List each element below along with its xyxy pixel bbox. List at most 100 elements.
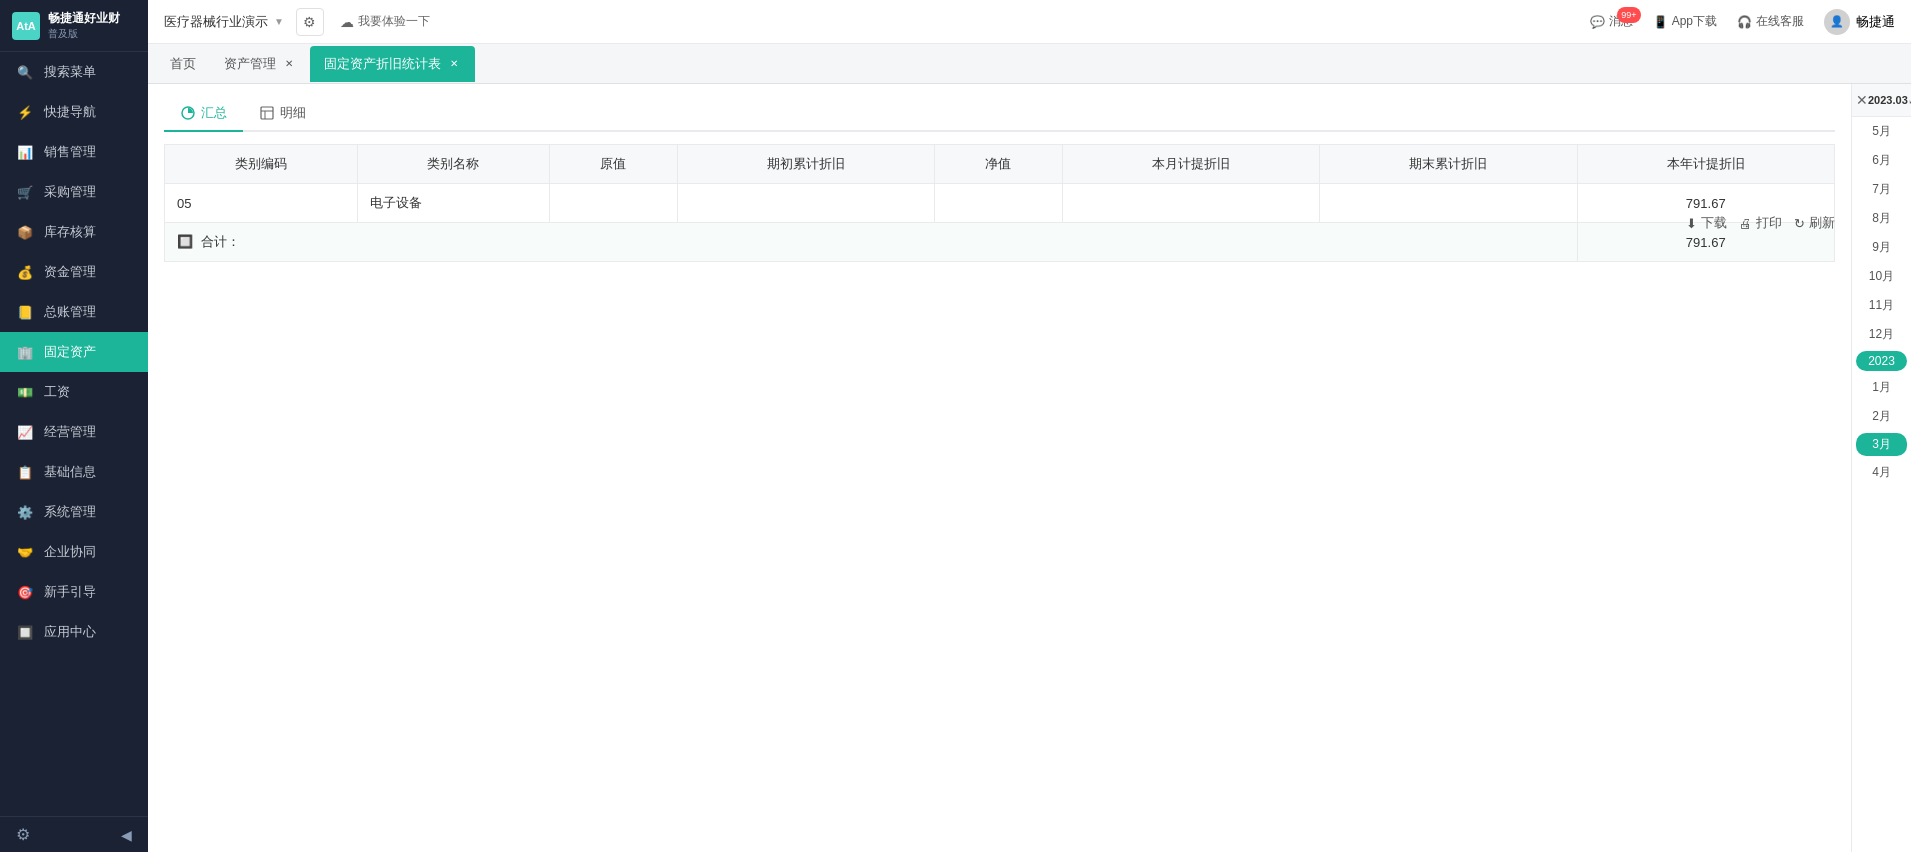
sidebar-item-guide[interactable]: 🎯 新手引导 bbox=[0, 572, 148, 612]
app-download-button[interactable]: 📱 App下载 bbox=[1653, 13, 1717, 30]
print-icon: 🖨 bbox=[1739, 216, 1752, 231]
date-item-prev-7月[interactable]: 7月 bbox=[1852, 175, 1911, 204]
logo-sub: 普及版 bbox=[48, 27, 120, 41]
refresh-label: 刷新 bbox=[1809, 214, 1835, 232]
sidebar-icon-funds: 💰 bbox=[16, 263, 34, 281]
date-item-2023-4月[interactable]: 4月 bbox=[1852, 458, 1911, 487]
sidebar-icon-enterprise: 🤝 bbox=[16, 543, 34, 561]
sidebar-settings-icon[interactable]: ⚙ bbox=[16, 825, 30, 844]
total-expand-icon[interactable]: 🔲 bbox=[177, 234, 193, 249]
sidebar-label-inventory: 库存核算 bbox=[44, 223, 96, 241]
company-selector[interactable]: 医疗器械行业演示 ▼ bbox=[164, 13, 284, 31]
subtab-summary[interactable]: 汇总 bbox=[164, 96, 243, 132]
date-item-prev-12月[interactable]: 12月 bbox=[1852, 320, 1911, 349]
tab-close-depreciation[interactable]: ✕ bbox=[447, 57, 461, 71]
sidebar-label-basic: 基础信息 bbox=[44, 463, 96, 481]
subtab-detail[interactable]: 明细 bbox=[243, 96, 322, 132]
tab-label-depreciation: 固定资产折旧统计表 bbox=[324, 55, 441, 73]
sidebar-nav: 🔍 搜索菜单 ⚡ 快捷导航 📊 销售管理 🛒 采购管理 📦 库存核算 💰 资金管… bbox=[0, 52, 148, 816]
date-item-prev-6月[interactable]: 6月 bbox=[1852, 146, 1911, 175]
sidebar-bottom: ⚙ ◀ bbox=[0, 816, 148, 852]
sidebar-item-funds[interactable]: 💰 资金管理 bbox=[0, 252, 148, 292]
tab-bar: 首页资产管理✕ 固定资产折旧统计表 ✕ bbox=[148, 44, 1911, 84]
sidebar-icon-sales: 📊 bbox=[16, 143, 34, 161]
header-settings-button[interactable]: ⚙ bbox=[296, 8, 324, 36]
date-item-2023-2月[interactable]: 2月 bbox=[1852, 402, 1911, 431]
sidebar-item-ledger[interactable]: 📒 总账管理 bbox=[0, 292, 148, 332]
col-name: 类别名称 bbox=[357, 145, 550, 184]
notifications-button[interactable]: 💬 消息 99+ bbox=[1590, 13, 1633, 30]
notifications-badge: 99+ bbox=[1617, 7, 1640, 23]
sidebar-icon-system: ⚙️ bbox=[16, 503, 34, 521]
tab-close-assets-mgmt[interactable]: ✕ bbox=[282, 57, 296, 71]
print-button[interactable]: 🖨 打印 bbox=[1739, 214, 1782, 232]
sidebar-collapse-icon[interactable]: ◀ bbox=[121, 827, 132, 843]
date-item-2023-1月[interactable]: 1月 bbox=[1852, 373, 1911, 402]
sidebar-label-ledger: 总账管理 bbox=[44, 303, 96, 321]
sidebar-label-apps: 应用中心 bbox=[44, 623, 96, 641]
sidebar-label-salary: 工资 bbox=[44, 383, 70, 401]
tab-home[interactable]: 首页 bbox=[156, 46, 210, 82]
table-total-row: 🔲 合计： 791.67 bbox=[165, 223, 1835, 262]
sidebar-icon-ledger: 📒 bbox=[16, 303, 34, 321]
date-item-prev-8月[interactable]: 8月 bbox=[1852, 204, 1911, 233]
message-icon: 💬 bbox=[1590, 15, 1605, 29]
experience-label: 我要体验一下 bbox=[358, 13, 430, 30]
sidebar-item-inventory[interactable]: 📦 库存核算 bbox=[0, 212, 148, 252]
sidebar-item-quicknav[interactable]: ⚡ 快捷导航 bbox=[0, 92, 148, 132]
user-area[interactable]: 👤 畅捷通 bbox=[1824, 9, 1895, 35]
customer-service-button[interactable]: 🎧 在线客服 bbox=[1737, 13, 1804, 30]
col-annual-depreciation: 本年计提折旧 bbox=[1577, 145, 1835, 184]
depreciation-table: 类别编码 类别名称 原值 期初累计折旧 净值 本月计提折旧 期末累计折旧 本年计… bbox=[164, 144, 1835, 262]
sidebar-item-enterprise[interactable]: 🤝 企业协同 bbox=[0, 532, 148, 572]
sidebar-label-guide: 新手引导 bbox=[44, 583, 96, 601]
date-panel-close-button[interactable]: ✕ bbox=[1856, 92, 1868, 108]
date-item-2023-3月[interactable]: 3月 bbox=[1856, 433, 1907, 456]
user-name: 畅捷通 bbox=[1856, 13, 1895, 31]
sidebar-item-apps[interactable]: 🔲 应用中心 bbox=[0, 612, 148, 652]
sidebar-item-sales[interactable]: 📊 销售管理 bbox=[0, 132, 148, 172]
cell-ending-dep-0 bbox=[1320, 184, 1578, 223]
page-content: 汇总 明细 ⬇ 下载 bbox=[148, 84, 1851, 852]
download-button[interactable]: ⬇ 下载 bbox=[1686, 214, 1727, 232]
experience-button[interactable]: ☁ 我要体验一下 bbox=[340, 13, 430, 30]
subtab-summary-label: 汇总 bbox=[201, 104, 227, 122]
sidebar-label-assets: 固定资产 bbox=[44, 343, 96, 361]
sidebar-icon-quicknav: ⚡ bbox=[16, 103, 34, 121]
sidebar-label-purchase: 采购管理 bbox=[44, 183, 96, 201]
date-item-prev-11月[interactable]: 11月 bbox=[1852, 291, 1911, 320]
sidebar-label-quicknav: 快捷导航 bbox=[44, 103, 96, 121]
col-original: 原值 bbox=[550, 145, 678, 184]
header-right: 💬 消息 99+ 📱 App下载 🎧 在线客服 👤 畅捷通 bbox=[1590, 9, 1895, 35]
tab-depreciation[interactable]: 固定资产折旧统计表 ✕ bbox=[310, 46, 475, 82]
table-wrapper: 类别编码 类别名称 原值 期初累计折旧 净值 本月计提折旧 期末累计折旧 本年计… bbox=[164, 144, 1835, 840]
app-download-label: App下载 bbox=[1672, 13, 1717, 30]
sidebar-item-assets[interactable]: 🏢 固定资产 bbox=[0, 332, 148, 372]
sidebar-item-system[interactable]: ⚙️ 系统管理 bbox=[0, 492, 148, 532]
subtab-detail-label: 明细 bbox=[280, 104, 306, 122]
date-item-prev-9月[interactable]: 9月 bbox=[1852, 233, 1911, 262]
svg-rect-1 bbox=[261, 107, 273, 119]
cloud-icon: ☁ bbox=[340, 14, 354, 30]
date-list: 5月6月7月8月9月10月11月12月20231月2月3月4月 bbox=[1852, 117, 1911, 852]
date-item-prev-10月[interactable]: 10月 bbox=[1852, 262, 1911, 291]
sidebar-icon-inventory: 📦 bbox=[16, 223, 34, 241]
sidebar-label-funds: 资金管理 bbox=[44, 263, 96, 281]
sidebar-item-basic[interactable]: 📋 基础信息 bbox=[0, 452, 148, 492]
date-item-prev-5月[interactable]: 5月 bbox=[1852, 117, 1911, 146]
sidebar-label-enterprise: 企业协同 bbox=[44, 543, 96, 561]
sidebar-item-purchase[interactable]: 🛒 采购管理 bbox=[0, 172, 148, 212]
col-ending-depreciation: 期末累计折旧 bbox=[1320, 145, 1578, 184]
sidebar-item-salary[interactable]: 💵 工资 bbox=[0, 372, 148, 412]
refresh-button[interactable]: ↻ 刷新 bbox=[1794, 214, 1835, 232]
company-name: 医疗器械行业演示 bbox=[164, 13, 268, 31]
sidebar-item-search[interactable]: 🔍 搜索菜单 bbox=[0, 52, 148, 92]
col-monthly-depreciation: 本月计提折旧 bbox=[1062, 145, 1320, 184]
date-year-2023[interactable]: 2023 bbox=[1856, 351, 1907, 371]
toolbar: ⬇ 下载 🖨 打印 ↻ 刷新 bbox=[1686, 214, 1835, 232]
tab-assets-mgmt[interactable]: 资产管理✕ bbox=[210, 46, 310, 82]
sidebar-icon-assets: 🏢 bbox=[16, 343, 34, 361]
col-code: 类别编码 bbox=[165, 145, 358, 184]
sidebar-item-operations[interactable]: 📈 经营管理 bbox=[0, 412, 148, 452]
avatar: 👤 bbox=[1824, 9, 1850, 35]
